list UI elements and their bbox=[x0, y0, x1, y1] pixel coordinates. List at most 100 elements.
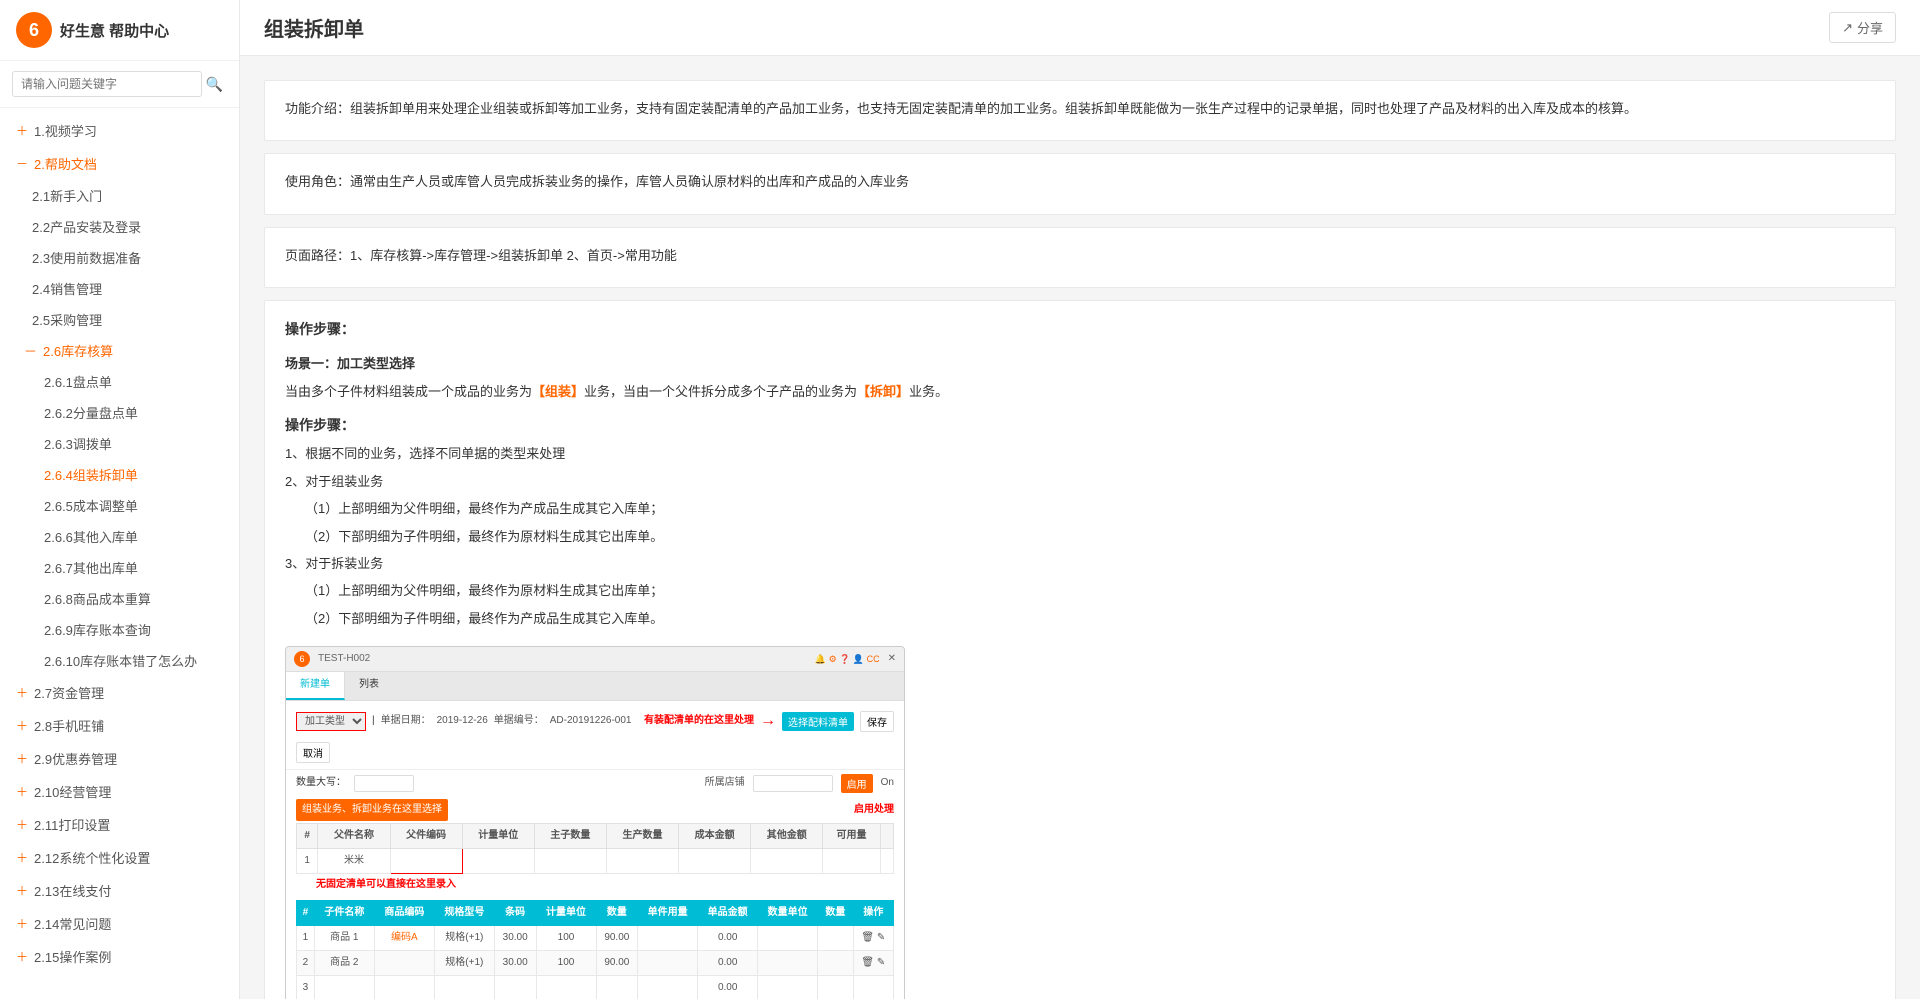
feature-intro-text: 功能介绍：组装拆卸单用来处理企业组装或拆卸等加工业务，支持有固定装配清单的产品加… bbox=[285, 97, 1875, 120]
share-button[interactable]: ↗ 分享 bbox=[1829, 12, 1896, 43]
scenario1-desc: 当由多个子件材料组装成一个成品的业务为【组装】业务，当由一个父件拆分成多个子产品… bbox=[285, 380, 1875, 403]
sidebar-item-coupon[interactable]: ＋ 2.9优惠券管理 bbox=[0, 742, 239, 775]
step3-2: （2）下部明细为子件明细，最终作为产成品生成其它入库单。 bbox=[285, 607, 1875, 630]
sidebar-item-sales[interactable]: 2.4销售管理 bbox=[0, 273, 239, 304]
sidebar-item-adjust[interactable]: 2.6.3调拨单 bbox=[0, 428, 239, 459]
ss-toolbar-sep: | bbox=[372, 712, 375, 730]
sidebar-item-faq[interactable]: ＋ 2.14常见问题 bbox=[0, 907, 239, 940]
user-role-text: 使用角色：通常由生产人员或库管人员完成拆装业务的操作，库管人员确认原材料的出库和… bbox=[285, 170, 1875, 193]
ss-arrow-config: → bbox=[760, 707, 776, 736]
sidebar-item-data-prep[interactable]: 2.3使用前数据准备 bbox=[0, 242, 239, 273]
ss-code-cell[interactable] bbox=[390, 848, 462, 873]
mobile-expand-icon: ＋ bbox=[16, 717, 28, 734]
sidebar-item-otheroutput[interactable]: 2.6.7其他出库单 bbox=[0, 552, 239, 583]
app-name: 好生意 帮助中心 bbox=[60, 20, 169, 41]
step3: 3、对于拆装业务 bbox=[285, 552, 1875, 575]
faq-expand-icon: ＋ bbox=[16, 915, 28, 932]
sidebar-item-print[interactable]: ＋ 2.11打印设置 bbox=[0, 808, 239, 841]
sidebar-item-stockquery[interactable]: 2.6.9库存账本查询 bbox=[0, 614, 239, 645]
sidebar-item-assemble[interactable]: 2.6.4组装拆卸单 bbox=[0, 459, 239, 490]
inventory-collapse-icon: － bbox=[24, 341, 37, 360]
user-role-card: 使用角色：通常由生产人员或库管人员完成拆装业务的操作，库管人员确认原材料的出库和… bbox=[264, 153, 1896, 214]
ss-child-table: # 子件名称 商品编码 规格型号 条码 计量单位 数量 单件用量 单品金额 数量… bbox=[296, 900, 894, 999]
ss-close-icon[interactable]: ✕ bbox=[888, 650, 896, 668]
screenshot-container: 6 TEST-H002 🔔 ⚙ ❓ 👤 CC ✕ 新建单 列表 bbox=[285, 646, 905, 999]
coupon-expand-icon: ＋ bbox=[16, 750, 28, 767]
collapse-icon: － bbox=[16, 155, 28, 172]
scenario1-title: 场景一：加工类型选择 bbox=[285, 352, 1875, 375]
screenshot-toolbar: 加工类型 组装 拆卸 | 单据日期： 2019-12-26 单据编号： AD-2… bbox=[286, 701, 904, 770]
ss-enable-btn[interactable]: 启用 bbox=[841, 774, 873, 793]
sidebar-header: 6 好生意 帮助中心 bbox=[0, 0, 239, 61]
step1: 1、根据不同的业务，选择不同单据的类型来处理 bbox=[285, 442, 1875, 465]
print-expand-icon: ＋ bbox=[16, 816, 28, 833]
sidebar-item-docs[interactable]: － 2.帮助文档 bbox=[0, 147, 239, 180]
sidebar-item-cases[interactable]: ＋ 2.15操作案例 bbox=[0, 940, 239, 973]
ss-save-btn[interactable]: 保存 bbox=[860, 711, 894, 732]
ss-annotation-enter: 无固定清单可以直接在这里录入 bbox=[296, 874, 894, 896]
sidebar-item-inventory[interactable]: － 2.6库存核算 bbox=[0, 335, 239, 366]
search-button[interactable]: 🔍 bbox=[202, 72, 227, 97]
sidebar-item-stockcount[interactable]: 2.6.1盘点单 bbox=[0, 366, 239, 397]
ss-annotation-config: 有装配清单的在这里处理 bbox=[644, 712, 754, 730]
customize-expand-icon: ＋ bbox=[16, 849, 28, 866]
ss-annotation-enable: 启用处理 bbox=[854, 801, 894, 819]
nav-menu: ＋ 1.视频学习 － 2.帮助文档 2.1新手入门 2.2产品安装及登录 2.3… bbox=[0, 108, 239, 979]
screenshot-tabs: 新建单 列表 bbox=[286, 672, 904, 701]
step2: 2、对于组装业务 bbox=[285, 470, 1875, 493]
sidebar-item-customize[interactable]: ＋ 2.12系统个性化设置 bbox=[0, 841, 239, 874]
screenshot-topbar: 6 TEST-H002 🔔 ⚙ ❓ 👤 CC ✕ bbox=[286, 647, 904, 672]
sidebar-item-install[interactable]: 2.2产品安装及登录 bbox=[0, 211, 239, 242]
table-row: 1 米米 bbox=[297, 848, 894, 873]
operation-expand-icon: ＋ bbox=[16, 783, 28, 800]
op-steps-card: 操作步骤： 场景一：加工类型选择 当由多个子件材料组装成一个成品的业务为【组装】… bbox=[264, 300, 1896, 999]
sidebar-item-purchase[interactable]: 2.5采购管理 bbox=[0, 304, 239, 335]
sidebar-item-operation[interactable]: ＋ 2.10经营管理 bbox=[0, 775, 239, 808]
ss-count-label: 数量大写： bbox=[296, 774, 346, 792]
ss-on-label: On bbox=[881, 774, 894, 792]
logo-icon: 6 bbox=[16, 12, 52, 48]
screenshot-upper-table: # 父件名称 父件编码 计量单位 主子数量 生产数量 成本金额 其他金额 可用量 bbox=[286, 823, 904, 900]
sidebar-item-costadj[interactable]: 2.6.5成本调整单 bbox=[0, 490, 239, 521]
sidebar-item-stockerror[interactable]: 2.6.10库存账本错了怎么办 bbox=[0, 645, 239, 676]
ss-config-btn[interactable]: 选择配料清单 bbox=[782, 712, 854, 731]
step2-2: （2）下部明细为子件明细，最终作为原材料生成其它出库单。 bbox=[285, 525, 1875, 548]
expand-icon: ＋ bbox=[16, 122, 28, 139]
sidebar-item-mobile[interactable]: ＋ 2.8手机旺铺 bbox=[0, 709, 239, 742]
step2-1: （1）上部明细为父件明细，最终作为产成品生成其它入库单； bbox=[285, 497, 1875, 520]
search-box: 🔍 bbox=[0, 61, 239, 108]
ss-tab-new[interactable]: 新建单 bbox=[286, 672, 345, 700]
ss-count-input[interactable] bbox=[354, 775, 414, 792]
search-input[interactable] bbox=[12, 71, 202, 97]
sidebar-item-splitcount[interactable]: 2.6.2分量盘点单 bbox=[0, 397, 239, 428]
ss-warehouse-label: 所属店铺 bbox=[705, 774, 745, 792]
op-steps-header: 操作步骤： bbox=[285, 317, 1875, 342]
payment-expand-icon: ＋ bbox=[16, 882, 28, 899]
ss-section-badge: 组装业务、拆卸业务在这里选择 bbox=[296, 799, 448, 821]
ss-parent-table: # 父件名称 父件编码 计量单位 主子数量 生产数量 成本金额 其他金额 可用量 bbox=[296, 823, 894, 874]
sidebar-item-new[interactable]: 2.1新手入门 bbox=[0, 180, 239, 211]
feature-intro-card: 功能介绍：组装拆卸单用来处理企业组装或拆卸等加工业务，支持有固定装配清单的产品加… bbox=[264, 80, 1896, 141]
sidebar-item-goodscost[interactable]: 2.6.8商品成本重算 bbox=[0, 583, 239, 614]
sidebar-item-fund[interactable]: ＋ 2.7资金管理 bbox=[0, 676, 239, 709]
screenshot-annotations: 组装业务、拆卸业务在这里选择 启用处理 bbox=[286, 797, 904, 823]
table-row: 2 商品 2 规格(+1) 30.00 100 90.00 0.00 bbox=[297, 950, 894, 975]
ss-date-label: 单据日期： bbox=[381, 712, 431, 730]
table-row: 30.00 bbox=[297, 975, 894, 999]
sidebar-item-otherinput[interactable]: 2.6.6其他入库单 bbox=[0, 521, 239, 552]
page-path-text: 页面路径：1、库存核算->库存管理->组装拆卸单 2、首页->常用功能 bbox=[285, 244, 1875, 267]
page-path-card: 页面路径：1、库存核算->库存管理->组装拆卸单 2、首页->常用功能 bbox=[264, 227, 1896, 288]
ss-cancel-btn[interactable]: 取消 bbox=[296, 742, 330, 763]
sidebar-item-payment[interactable]: ＋ 2.13在线支付 bbox=[0, 874, 239, 907]
ss-icons: 🔔 ⚙ ❓ 👤 CC bbox=[815, 651, 880, 667]
ss-date-value: 2019-12-26 bbox=[437, 712, 488, 730]
sidebar-item-video[interactable]: ＋ 1.视频学习 bbox=[0, 114, 239, 147]
ss-type-select[interactable]: 加工类型 组装 拆卸 bbox=[296, 712, 366, 731]
op-steps-label: 操作步骤： bbox=[285, 413, 1875, 438]
step3-1: （1）上部明细为父件明细，最终作为原材料生成其它出库单； bbox=[285, 579, 1875, 602]
sidebar: 6 好生意 帮助中心 🔍 ＋ 1.视频学习 － 2.帮助文档 2.1新手入门 2… bbox=[0, 0, 240, 999]
ss-warehouse-input[interactable] bbox=[753, 775, 833, 792]
ss-tab-list[interactable]: 列表 bbox=[345, 672, 393, 700]
ss-billno-value: AD-20191226-001 bbox=[550, 712, 632, 730]
ss-logo: 6 bbox=[294, 651, 310, 667]
